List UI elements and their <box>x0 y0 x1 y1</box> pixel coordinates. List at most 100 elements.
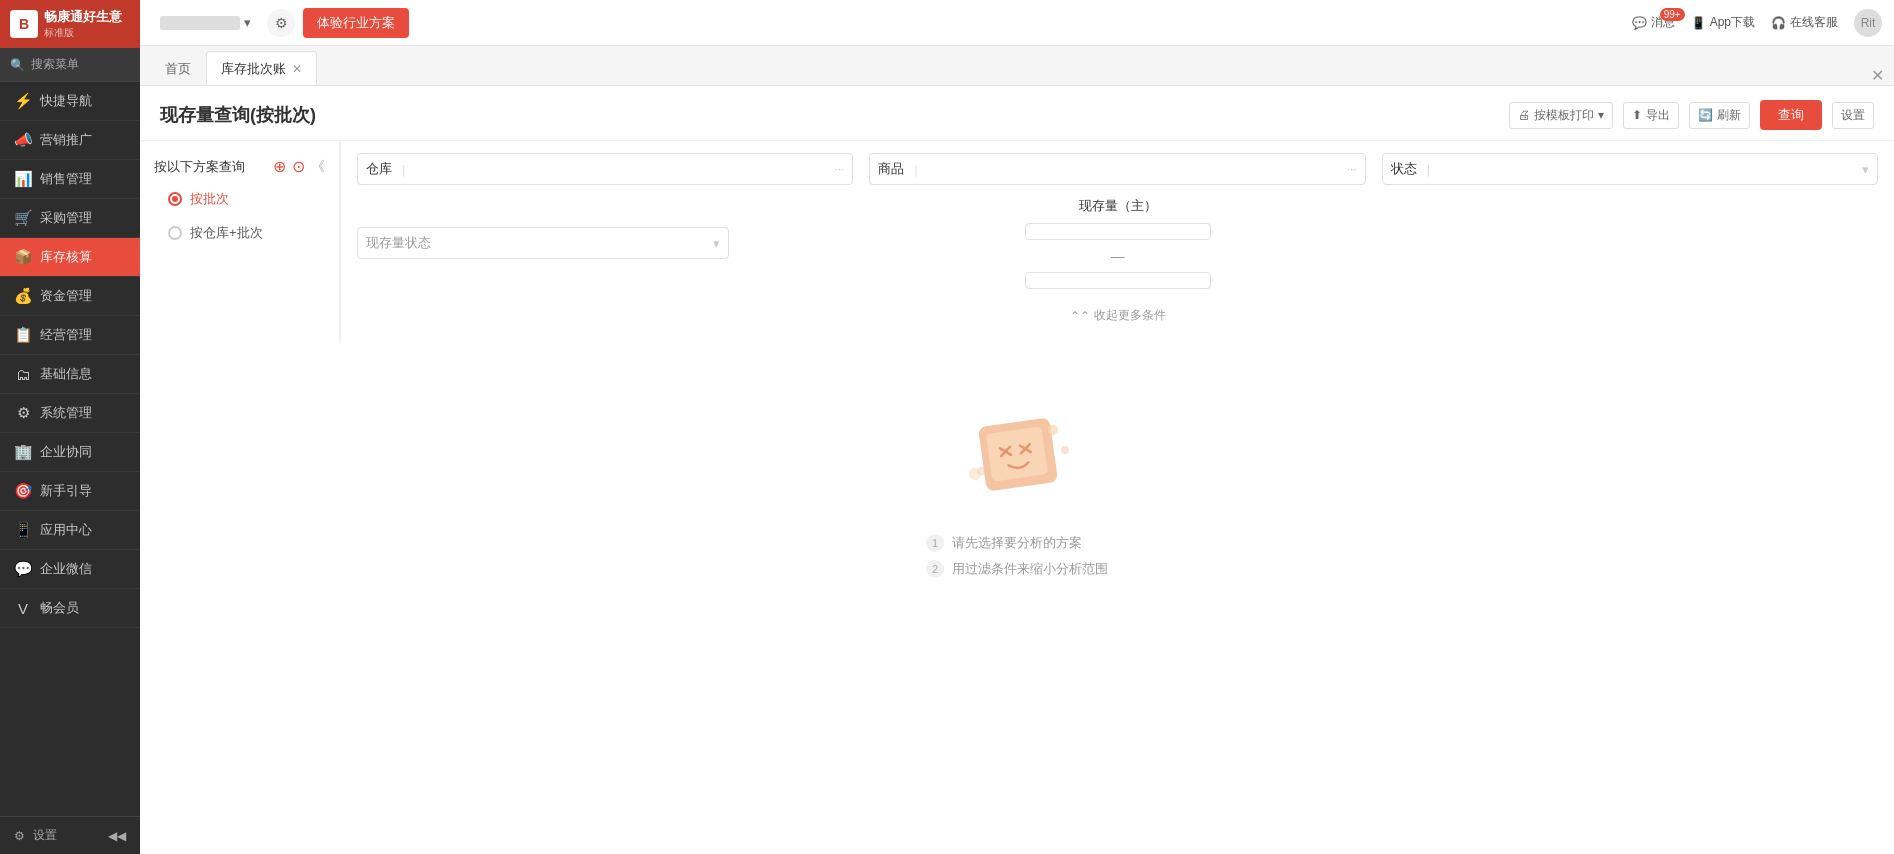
product-more-icon[interactable]: ··· <box>1347 162 1357 176</box>
inventory-qty-to-input[interactable] <box>1034 273 1202 288</box>
topbar-right: 💬 消息 99+ 📱 App下载 🎧 在线客服 Rit <box>1632 9 1882 37</box>
page-header: 现存量查询(按批次) 🖨 按模板打印 ▾ ⬆ 导出 🔄 刷新 查询 <box>140 86 1894 141</box>
inventory-status-select-wrap[interactable]: 现存量状态 ▾ <box>357 227 729 259</box>
product-input-wrap[interactable]: 商品 | ··· <box>869 153 1365 185</box>
tab-home[interactable]: 首页 <box>150 51 206 85</box>
settings-gear-button[interactable]: ⚙ <box>267 9 295 37</box>
sidebar-item-label: 系统管理 <box>40 404 92 422</box>
scheme-header-label: 按以下方案查询 <box>154 158 245 176</box>
wechat-icon: 💬 <box>14 560 32 578</box>
scheme-add-button[interactable]: ⊕ <box>273 157 286 176</box>
sidebar-item-label: 采购管理 <box>40 209 92 227</box>
refresh-button[interactable]: 🔄 刷新 <box>1689 102 1750 129</box>
member-icon: V <box>14 600 32 617</box>
sidebar-item-label: 企业协同 <box>40 443 92 461</box>
inventory-qty-from-input[interactable] <box>1034 224 1202 239</box>
sidebar-item-label: 经营管理 <box>40 326 92 344</box>
sidebar-item-enterprise[interactable]: 🏢 企业协同 <box>0 433 140 472</box>
sidebar-item-member[interactable]: V 畅会员 <box>0 589 140 628</box>
tip-num-2: 2 <box>926 560 944 578</box>
inventory-qty-to-wrap[interactable] <box>1025 272 1211 289</box>
sidebar-item-newuser[interactable]: 🎯 新手引导 <box>0 472 140 511</box>
filter-row-2: 现存量状态 ▾ 现存量（主） — <box>357 197 1878 289</box>
sidebar-item-label: 营销推广 <box>40 131 92 149</box>
svg-point-8 <box>1061 446 1069 454</box>
query-button[interactable]: 查询 <box>1760 100 1822 130</box>
user-profile-button[interactable]: Rit <box>1854 9 1882 37</box>
sidebar-item-basic[interactable]: 🗂 基础信息 <box>0 355 140 394</box>
quick-nav-icon: ⚡ <box>14 92 32 110</box>
gear-icon: ⚙ <box>275 15 288 31</box>
app-download-button[interactable]: 📱 App下载 <box>1691 14 1755 31</box>
scheme-panel: 按以下方案查询 ⊕ ⊙ 《 按批次 按仓库+批次 <box>140 141 340 342</box>
sidebar-item-system[interactable]: ⚙ 系统管理 <box>0 394 140 433</box>
sidebar-item-finance[interactable]: 💰 资金管理 <box>0 277 140 316</box>
warehouse-input-wrap[interactable]: 仓库 | ··· <box>357 153 853 185</box>
sidebar-item-purchase[interactable]: 🛒 采购管理 <box>0 199 140 238</box>
sidebar-item-wechat[interactable]: 💬 企业微信 <box>0 550 140 589</box>
sidebar-item-label: 快捷导航 <box>40 92 92 110</box>
sidebar-item-sales[interactable]: 📊 销售管理 <box>0 160 140 199</box>
svg-point-7 <box>1048 425 1058 435</box>
export-button[interactable]: ⬆ 导出 <box>1623 102 1679 129</box>
tab-inventory-batch-label: 库存批次账 <box>221 60 286 78</box>
collapse-conditions-button[interactable]: ⌃⌃ 收起更多条件 <box>357 301 1878 330</box>
status-label: 状态 <box>1391 160 1417 178</box>
topbar: ▾ ⚙ 体验行业方案 💬 消息 99+ 📱 App下载 🎧 在线客服 <box>140 0 1894 46</box>
sidebar-item-marketing[interactable]: 📣 营销推广 <box>0 121 140 160</box>
scheme-settings-button[interactable]: ⊙ <box>292 157 305 176</box>
sidebar-item-operations[interactable]: 📋 经营管理 <box>0 316 140 355</box>
sidebar-item-apps[interactable]: 📱 应用中心 <box>0 511 140 550</box>
sidebar-item-label: 资金管理 <box>40 287 92 305</box>
sidebar-item-label: 销售管理 <box>40 170 92 188</box>
online-service-label: 在线客服 <box>1790 14 1838 31</box>
scheme-item-by-batch[interactable]: 按批次 <box>140 182 339 216</box>
scheme-collapse-button[interactable]: 《 <box>311 158 325 176</box>
finance-icon: 💰 <box>14 287 32 305</box>
warehouse-input[interactable] <box>415 162 828 177</box>
field-settings-button[interactable]: 设置 <box>1832 102 1874 129</box>
filter-row-1: 仓库 | ··· 商品 | ··· <box>357 153 1878 185</box>
inventory-status-field: 现存量状态 ▾ <box>357 227 729 259</box>
toggle-sidebar-icon[interactable]: ◀◀ <box>108 829 126 843</box>
tab-home-label: 首页 <box>165 60 191 78</box>
warehouse-more-icon[interactable]: ··· <box>834 162 844 176</box>
basic-icon: 🗂 <box>14 366 32 383</box>
empty-tip-2: 2 用过滤条件来缩小分析范围 <box>926 560 1108 578</box>
online-service-button[interactable]: 🎧 在线客服 <box>1771 14 1838 31</box>
empty-state: 1 请先选择要分析的方案 2 用过滤条件来缩小分析范围 <box>140 342 1894 638</box>
inventory-qty-field: 现存量（主） — <box>745 197 1490 289</box>
search-icon: 🔍 <box>10 58 25 72</box>
page-close-button[interactable]: ✕ <box>1871 66 1884 85</box>
marketing-icon: 📣 <box>14 131 32 149</box>
page-actions: 🖨 按模板打印 ▾ ⬆ 导出 🔄 刷新 查询 设置 <box>1509 100 1874 130</box>
print-button[interactable]: 🖨 按模板打印 ▾ <box>1509 102 1613 129</box>
app-version: 标准版 <box>44 26 122 40</box>
scheme-radio-by-batch <box>168 192 182 206</box>
sidebar-search[interactable]: 🔍 搜索菜单 <box>0 48 140 82</box>
service-icon: 🎧 <box>1771 16 1786 30</box>
experience-button[interactable]: 体验行业方案 <box>303 8 409 38</box>
warehouse-label: 仓库 <box>366 160 392 178</box>
sidebar-item-quick-nav[interactable]: ⚡ 快捷导航 <box>0 82 140 121</box>
inventory-qty-label: 现存量（主） <box>1079 197 1157 215</box>
messages-badge: 99+ <box>1660 8 1685 21</box>
topbar-dropdown[interactable]: ▾ <box>152 11 259 34</box>
filter-form: 仓库 | ··· 商品 | ··· <box>341 141 1894 342</box>
sidebar-footer-settings[interactable]: ⚙ 设置 ◀◀ <box>0 816 140 854</box>
empty-tip-1: 1 请先选择要分析的方案 <box>926 534 1108 552</box>
scheme-item-by-warehouse-batch[interactable]: 按仓库+批次 <box>140 216 339 250</box>
inventory-qty-from-wrap[interactable] <box>1025 223 1211 240</box>
status-select-wrap[interactable]: 状态 | ▾ <box>1382 153 1878 185</box>
sidebar-item-inventory[interactable]: 📦 库存核算 <box>0 238 140 277</box>
tip-text-1: 请先选择要分析的方案 <box>952 534 1082 552</box>
app-download-label: App下载 <box>1710 14 1755 31</box>
product-input[interactable] <box>928 162 1341 177</box>
empty-tips: 1 请先选择要分析的方案 2 用过滤条件来缩小分析范围 <box>926 534 1108 578</box>
tab-close-icon[interactable]: ✕ <box>292 62 302 76</box>
filter-panel: 按以下方案查询 ⊕ ⊙ 《 按批次 按仓库+批次 <box>140 141 1894 342</box>
inventory-icon: 📦 <box>14 248 32 266</box>
tab-inventory-batch[interactable]: 库存批次账 ✕ <box>206 51 317 85</box>
messages-button[interactable]: 💬 消息 99+ <box>1632 14 1675 31</box>
purchase-icon: 🛒 <box>14 209 32 227</box>
